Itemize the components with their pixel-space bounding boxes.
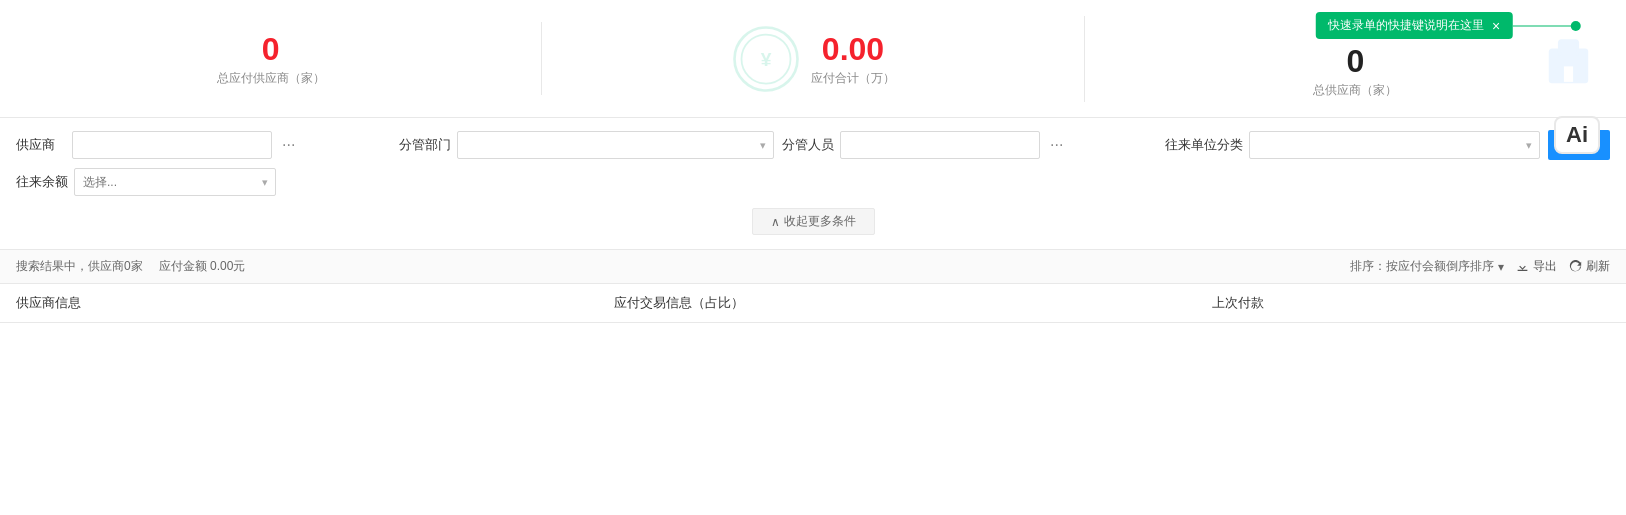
supplier-input[interactable] [72,131,272,159]
svg-rect-4 [1559,40,1577,54]
department-select-wrapper: ▾ [457,131,774,159]
stat-total-suppliers-number: 0 [1346,42,1364,80]
filter-department: 分管部门 ▾ [399,131,774,159]
manager-label: 分管人员 [782,136,834,154]
supplier-label: 供应商 [16,136,66,154]
building-icon [1541,31,1596,86]
export-label: 导出 [1533,258,1557,275]
coin-icon: ¥ [731,24,801,94]
tooltip-bubble: 快速录单的快捷键说明在这里 × [1316,12,1512,39]
filter-balance: 往来余额 ▾ [16,168,276,196]
filter-manager: 分管人员 ··· [782,131,1157,159]
collapse-btn[interactable]: ∧ 收起更多条件 [752,208,875,235]
stat-total-payable: 0 总应付供应商（家） [0,22,542,95]
manager-input[interactable] [840,131,1040,159]
collapse-label: 收起更多条件 [784,213,856,230]
results-actions: 排序：按应付会额倒序排序 ▾ 导出 刷新 [1350,258,1610,275]
th-transaction-info: 应付交易信息（占比） [614,294,1212,312]
sort-label: 排序：按应付会额倒序排序 [1350,258,1494,275]
refresh-label: 刷新 [1586,258,1610,275]
department-input[interactable] [457,131,774,159]
collapse-icon: ∧ [771,215,780,229]
department-label: 分管部门 [399,136,451,154]
svg-text:¥: ¥ [761,49,772,70]
table-header: 供应商信息 应付交易信息（占比） 上次付款 [0,284,1626,323]
tooltip-close-btn[interactable]: × [1492,19,1500,33]
th-last-payment: 上次付款 [1212,294,1611,312]
manager-more-btn[interactable]: ··· [1046,136,1067,154]
results-supplier-count: 搜索结果中，供应商0家 [16,258,143,275]
ai-badge[interactable]: Ai [1554,116,1600,154]
stat-total-payable-number: 0 [262,30,280,68]
unit-class-select-wrapper: ▾ [1249,131,1540,159]
table-body [0,323,1626,515]
supplier-more-btn[interactable]: ··· [278,136,299,154]
refresh-icon [1569,260,1582,273]
filter-row-1: 供应商 ··· 分管部门 ▾ 分管人员 ··· 往来单位分类 ▾ 查询 [16,130,1610,160]
sort-dropdown[interactable]: 排序：按应付会额倒序排序 ▾ [1350,258,1504,275]
results-info-group: 搜索结果中，供应商0家 应付金额 0.00元 [16,258,245,275]
export-btn[interactable]: 导出 [1516,258,1557,275]
balance-select-wrapper: ▾ [74,168,276,196]
th-supplier-info: 供应商信息 [16,294,614,312]
export-icon [1516,260,1529,273]
stat-payable-total-number: 0.00 [822,30,884,68]
filter-unit-class: 往来单位分类 ▾ [1165,131,1540,159]
collapse-row: ∧ 收起更多条件 [16,204,1610,243]
stat-total-suppliers-label: 总供应商（家） [1313,82,1397,99]
balance-input[interactable] [74,168,276,196]
unit-class-label: 往来单位分类 [1165,136,1243,154]
svg-rect-5 [1564,66,1573,82]
tooltip-text: 快速录单的快捷键说明在这里 [1328,17,1484,34]
filter-supplier: 供应商 ··· [16,131,391,159]
unit-class-input[interactable] [1249,131,1540,159]
filter-row-2: 往来余额 ▾ [16,168,1610,196]
balance-label: 往来余额 [16,173,68,191]
stat-payable-total-label: 应付合计（万） [811,70,895,87]
tooltip-dot [1570,21,1580,31]
filter-area: 供应商 ··· 分管部门 ▾ 分管人员 ··· 往来单位分类 ▾ 查询 [0,118,1626,250]
sort-chevron-icon: ▾ [1498,260,1504,274]
refresh-btn[interactable]: 刷新 [1569,258,1610,275]
results-amount-info: 应付金额 0.00元 [159,258,246,275]
ai-badge-area: Ai [1554,116,1600,154]
stats-bar: 0 总应付供应商（家） ¥ 0.00 应付合计（万） 快速录单的快捷键说明在这里… [0,0,1626,118]
stat-payable-total-area: ¥ 0.00 应付合计（万） [542,16,1084,102]
results-bar: 搜索结果中，供应商0家 应付金额 0.00元 排序：按应付会额倒序排序 ▾ 导出… [0,250,1626,284]
stat-total-payable-label: 总应付供应商（家） [217,70,325,87]
